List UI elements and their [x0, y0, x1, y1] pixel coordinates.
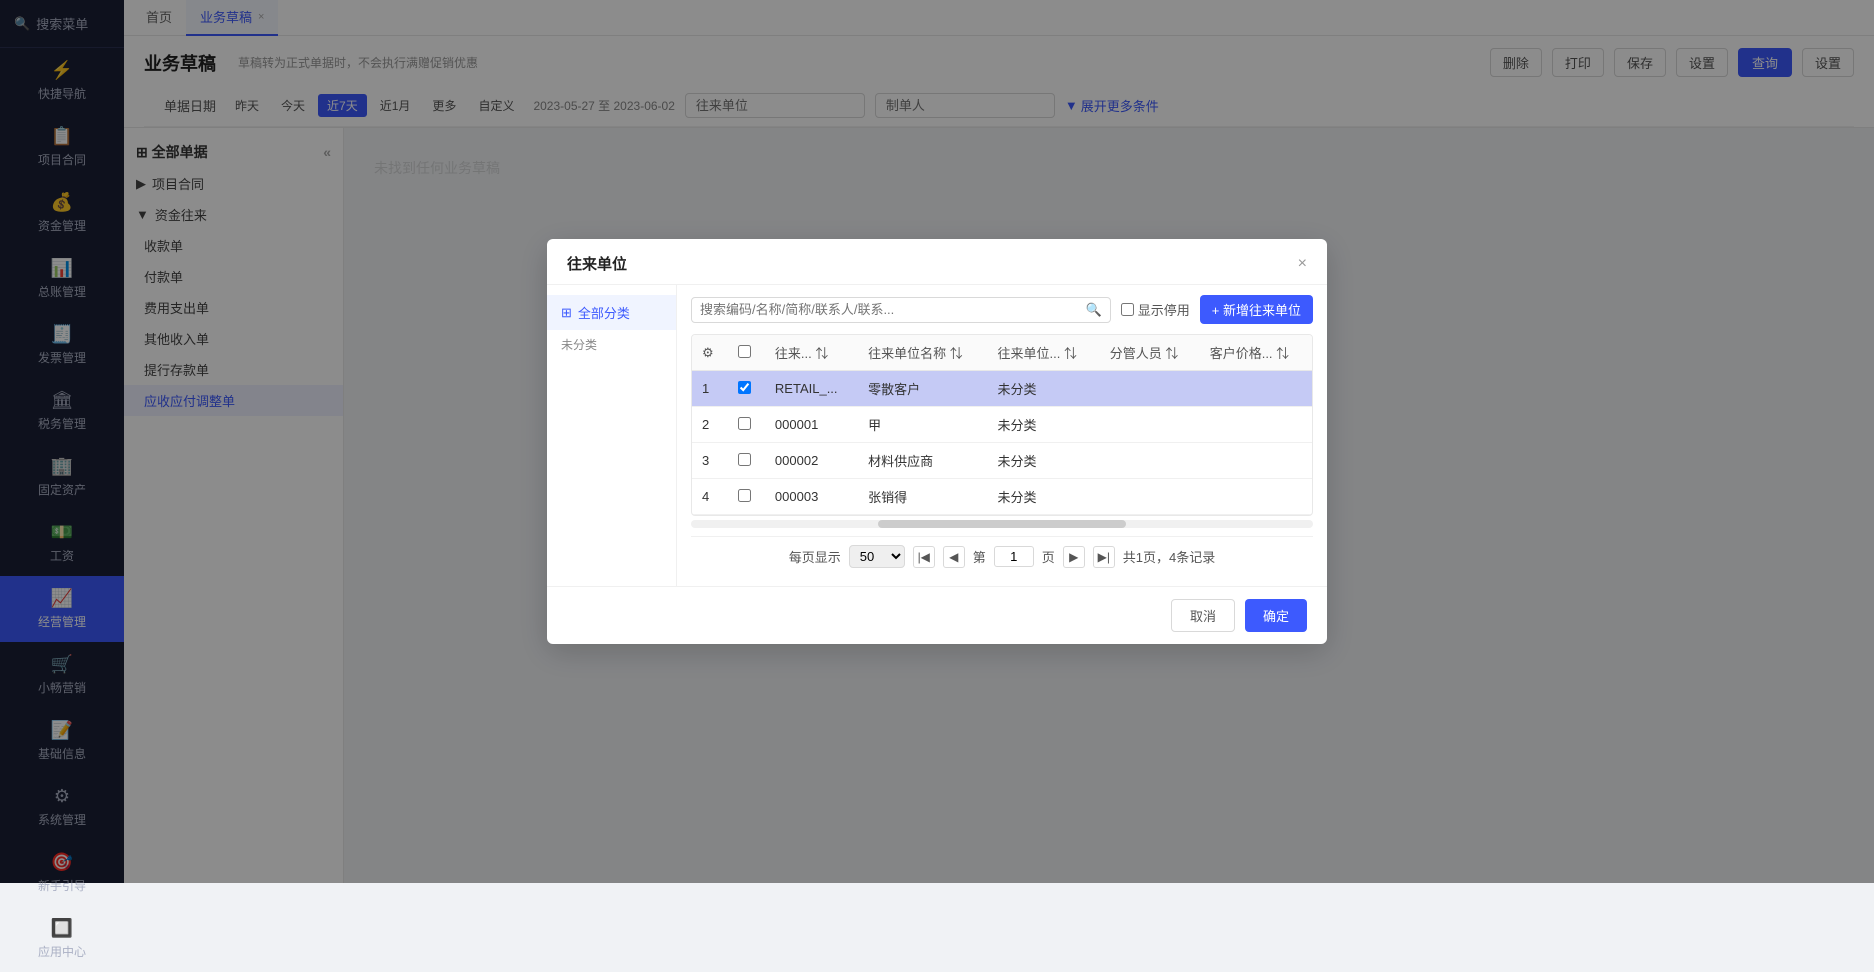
- cancel-button[interactable]: 取消: [1171, 599, 1235, 632]
- row-price: [1200, 443, 1312, 479]
- dialog-pagination: 每页显示 50 100 |◀ ◀ 第 页 ▶ ▶| 共1页，4条记录: [691, 536, 1313, 576]
- col-manager[interactable]: 分管人员 ⇅: [1100, 335, 1200, 371]
- page-label-after: 页: [1042, 547, 1055, 566]
- dialog-close-icon[interactable]: ×: [1298, 255, 1307, 273]
- disabled-checkbox[interactable]: [1121, 303, 1134, 316]
- page-number-input[interactable]: [994, 546, 1034, 567]
- row-category: 未分类: [987, 479, 1099, 515]
- last-page-btn[interactable]: ▶|: [1093, 546, 1115, 568]
- row-code: 000002: [765, 443, 858, 479]
- dialog-header: 往来单位 ×: [547, 239, 1327, 285]
- row-checkbox[interactable]: [728, 371, 765, 407]
- row-checkbox[interactable]: [728, 443, 765, 479]
- row-price: [1200, 407, 1312, 443]
- sidebar-item-app-center[interactable]: 🔲 应用中心: [0, 906, 124, 972]
- next-page-btn[interactable]: ▶: [1063, 546, 1085, 568]
- app-center-icon: 🔲: [51, 918, 73, 939]
- row-name: 材料供应商: [858, 443, 987, 479]
- search-icon: 🔍: [1086, 302, 1102, 318]
- scrollbar-thumb[interactable]: [878, 520, 1127, 528]
- dialog-search-box[interactable]: 🔍: [691, 297, 1111, 323]
- row-no: 1: [692, 371, 728, 407]
- row-name: 零散客户: [858, 371, 987, 407]
- page-label-before: 第: [973, 547, 986, 566]
- col-name[interactable]: 往来单位名称 ⇅: [858, 335, 987, 371]
- row-no: 4: [692, 479, 728, 515]
- row-no: 2: [692, 407, 728, 443]
- col-settings[interactable]: ⚙: [692, 335, 728, 371]
- row-manager: [1100, 479, 1200, 515]
- row-category: 未分类: [987, 371, 1099, 407]
- row-price: [1200, 371, 1312, 407]
- dialog-title: 往来单位: [567, 253, 627, 274]
- dialog-body: ⊞ 全部分类 未分类 🔍 显示停用: [547, 285, 1327, 586]
- row-manager: [1100, 443, 1200, 479]
- confirm-button[interactable]: 确定: [1245, 599, 1307, 632]
- row-code: 000003: [765, 479, 858, 515]
- horizontal-scrollbar[interactable]: [691, 520, 1313, 528]
- sidebar-item-label: 应用中心: [38, 943, 86, 960]
- table-row[interactable]: 2 000001 甲 未分类: [692, 407, 1312, 443]
- row-code: RETAIL_...: [765, 371, 858, 407]
- show-disabled-checkbox[interactable]: 显示停用: [1121, 300, 1190, 319]
- row-manager: [1100, 407, 1200, 443]
- dialog-actions: 取消 确定: [547, 586, 1327, 644]
- page-size-select[interactable]: 50 100: [849, 545, 905, 568]
- col-code[interactable]: 往来... ⇅: [765, 335, 858, 371]
- row-name: 甲: [858, 407, 987, 443]
- select-all-checkbox[interactable]: [738, 345, 751, 358]
- table-row[interactable]: 3 000002 材料供应商 未分类: [692, 443, 1312, 479]
- modal-overlay: 往来单位 × ⊞ 全部分类 未分类 🔍: [0, 0, 1874, 883]
- dialog-sidebar-all[interactable]: ⊞ 全部分类: [547, 295, 676, 330]
- add-partner-button[interactable]: + 新增往来单位: [1200, 295, 1313, 324]
- row-checkbox[interactable]: [728, 407, 765, 443]
- table-row[interactable]: 1 RETAIL_... 零散客户 未分类: [692, 371, 1312, 407]
- first-page-btn[interactable]: |◀: [913, 546, 935, 568]
- row-category: 未分类: [987, 443, 1099, 479]
- row-price: [1200, 479, 1312, 515]
- col-price[interactable]: 客户价格... ⇅: [1200, 335, 1312, 371]
- row-name: 张销得: [858, 479, 987, 515]
- dialog-search-input[interactable]: [700, 302, 1080, 317]
- category-icon: ⊞: [561, 305, 572, 321]
- row-manager: [1100, 371, 1200, 407]
- dialog-main: 🔍 显示停用 + 新增往来单位 ⚙ 往来... ⇅: [677, 285, 1327, 586]
- row-code: 000001: [765, 407, 858, 443]
- dialog-sidebar-unclassified[interactable]: 未分类: [547, 330, 676, 359]
- col-checkbox[interactable]: [728, 335, 765, 371]
- prev-page-btn[interactable]: ◀: [943, 546, 965, 568]
- row-no: 3: [692, 443, 728, 479]
- dialog-toolbar: 🔍 显示停用 + 新增往来单位: [691, 295, 1313, 324]
- table-row[interactable]: 4 000003 张销得 未分类: [692, 479, 1312, 515]
- row-checkbox[interactable]: [728, 479, 765, 515]
- dialog-table: ⚙ 往来... ⇅ 往来单位名称 ⇅ 往来单位... ⇅ 分管人员 ⇅ 客户价格…: [691, 334, 1313, 516]
- total-info: 共1页，4条记录: [1123, 547, 1215, 566]
- dialog-partner-unit: 往来单位 × ⊞ 全部分类 未分类 🔍: [547, 239, 1327, 644]
- page-size-label: 每页显示: [789, 547, 841, 566]
- row-category: 未分类: [987, 407, 1099, 443]
- col-category[interactable]: 往来单位... ⇅: [987, 335, 1099, 371]
- dialog-sidebar: ⊞ 全部分类 未分类: [547, 285, 677, 586]
